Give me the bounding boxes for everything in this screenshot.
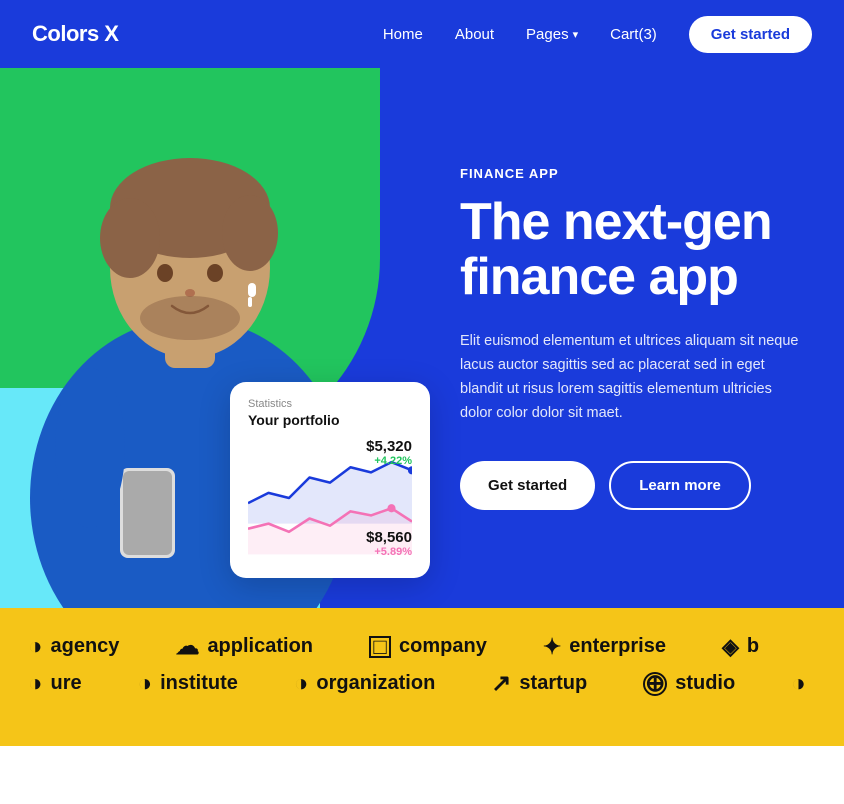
stat-change-2: +5.89% — [366, 546, 412, 558]
hero-image-area: Statistics Your portfolio $5,32 — [0, 68, 420, 608]
hero-cta-secondary[interactable]: Learn more — [609, 461, 751, 510]
brand-organization: ◑ organization — [266, 670, 463, 698]
brand-extra: ◑ — [763, 670, 834, 698]
extra-icon: ◑ — [791, 670, 806, 698]
stats-label: Statistics — [248, 398, 412, 410]
hero-cta-primary[interactable]: Get started — [460, 461, 595, 510]
brand-b: ◈ b — [694, 634, 787, 660]
b-icon: ◈ — [722, 634, 739, 660]
brand-institute: ◑ institute — [110, 670, 266, 698]
enterprise-icon: ✦ — [543, 634, 561, 660]
application-icon: ☁ — [175, 632, 199, 661]
agency-icon: ◑ — [28, 633, 43, 661]
brand-agency: ◑ agency — [0, 633, 147, 661]
startup-label: startup — [519, 672, 587, 695]
stat-value-1: $5,320 — [366, 438, 412, 455]
nav-links: Home About Pages ▾ Cart(3) Get started — [383, 16, 812, 53]
hero-buttons: Get started Learn more — [460, 461, 804, 510]
ure-label: ure — [51, 672, 82, 695]
hero-title: The next-gen finance app — [460, 195, 804, 306]
application-label: application — [207, 635, 313, 658]
cart-link[interactable]: Cart(3) — [610, 26, 657, 43]
stat-change-1: +4.22% — [366, 455, 412, 467]
nav-cta-button[interactable]: Get started — [689, 16, 812, 53]
organization-label: organization — [316, 672, 435, 695]
b-label: b — [747, 635, 759, 658]
agency-label: agency — [51, 635, 120, 658]
studio-icon: ⊕ — [643, 672, 667, 696]
studio-label: studio — [675, 672, 735, 695]
stats-title: Your portfolio — [248, 412, 412, 428]
chevron-down-icon: ▾ — [573, 28, 579, 41]
hero-description: Elit euismod elementum et ultrices aliqu… — [460, 330, 804, 426]
brand-application: ☁ application — [147, 632, 341, 661]
brands-section: ◑ agency ☁ application □ company ✦ enter… — [0, 608, 844, 746]
pages-dropdown[interactable]: Pages ▾ — [526, 26, 578, 43]
brand-studio: ⊕ studio — [615, 672, 763, 696]
brands-row-2: ◑ ure ◑ institute ◑ organization ↗ start… — [0, 661, 844, 722]
navbar: Colors X Home About Pages ▾ Cart(3) Get … — [0, 0, 844, 68]
enterprise-label: enterprise — [569, 635, 666, 658]
stats-card: Statistics Your portfolio $5,32 — [230, 382, 430, 578]
institute-label: institute — [160, 672, 238, 695]
brand-enterprise: ✦ enterprise — [515, 634, 694, 660]
organization-icon: ◑ — [294, 670, 309, 698]
hero-section: Statistics Your portfolio $5,32 — [0, 68, 844, 608]
brand-company: □ company — [341, 635, 515, 658]
brands-row-1: ◑ agency ☁ application □ company ✦ enter… — [0, 632, 844, 661]
home-link[interactable]: Home — [383, 26, 423, 43]
logo: Colors X — [32, 21, 118, 47]
institute-icon: ◑ — [138, 670, 153, 698]
about-link[interactable]: About — [455, 26, 494, 43]
chart-area: $5,320 +4.22% $8,560 +5.89% — [248, 438, 412, 558]
stat-value-2: $8,560 — [366, 529, 412, 546]
hero-content: FINANCE APP The next-gen finance app Eli… — [420, 68, 844, 608]
company-label: company — [399, 635, 487, 658]
company-icon: □ — [369, 636, 391, 658]
hero-tag: FINANCE APP — [460, 166, 804, 181]
ure-icon: ◑ — [28, 670, 43, 698]
startup-icon: ↗ — [491, 669, 511, 698]
brand-startup: ↗ startup — [463, 669, 615, 698]
brand-ure: ◑ ure — [0, 670, 110, 698]
